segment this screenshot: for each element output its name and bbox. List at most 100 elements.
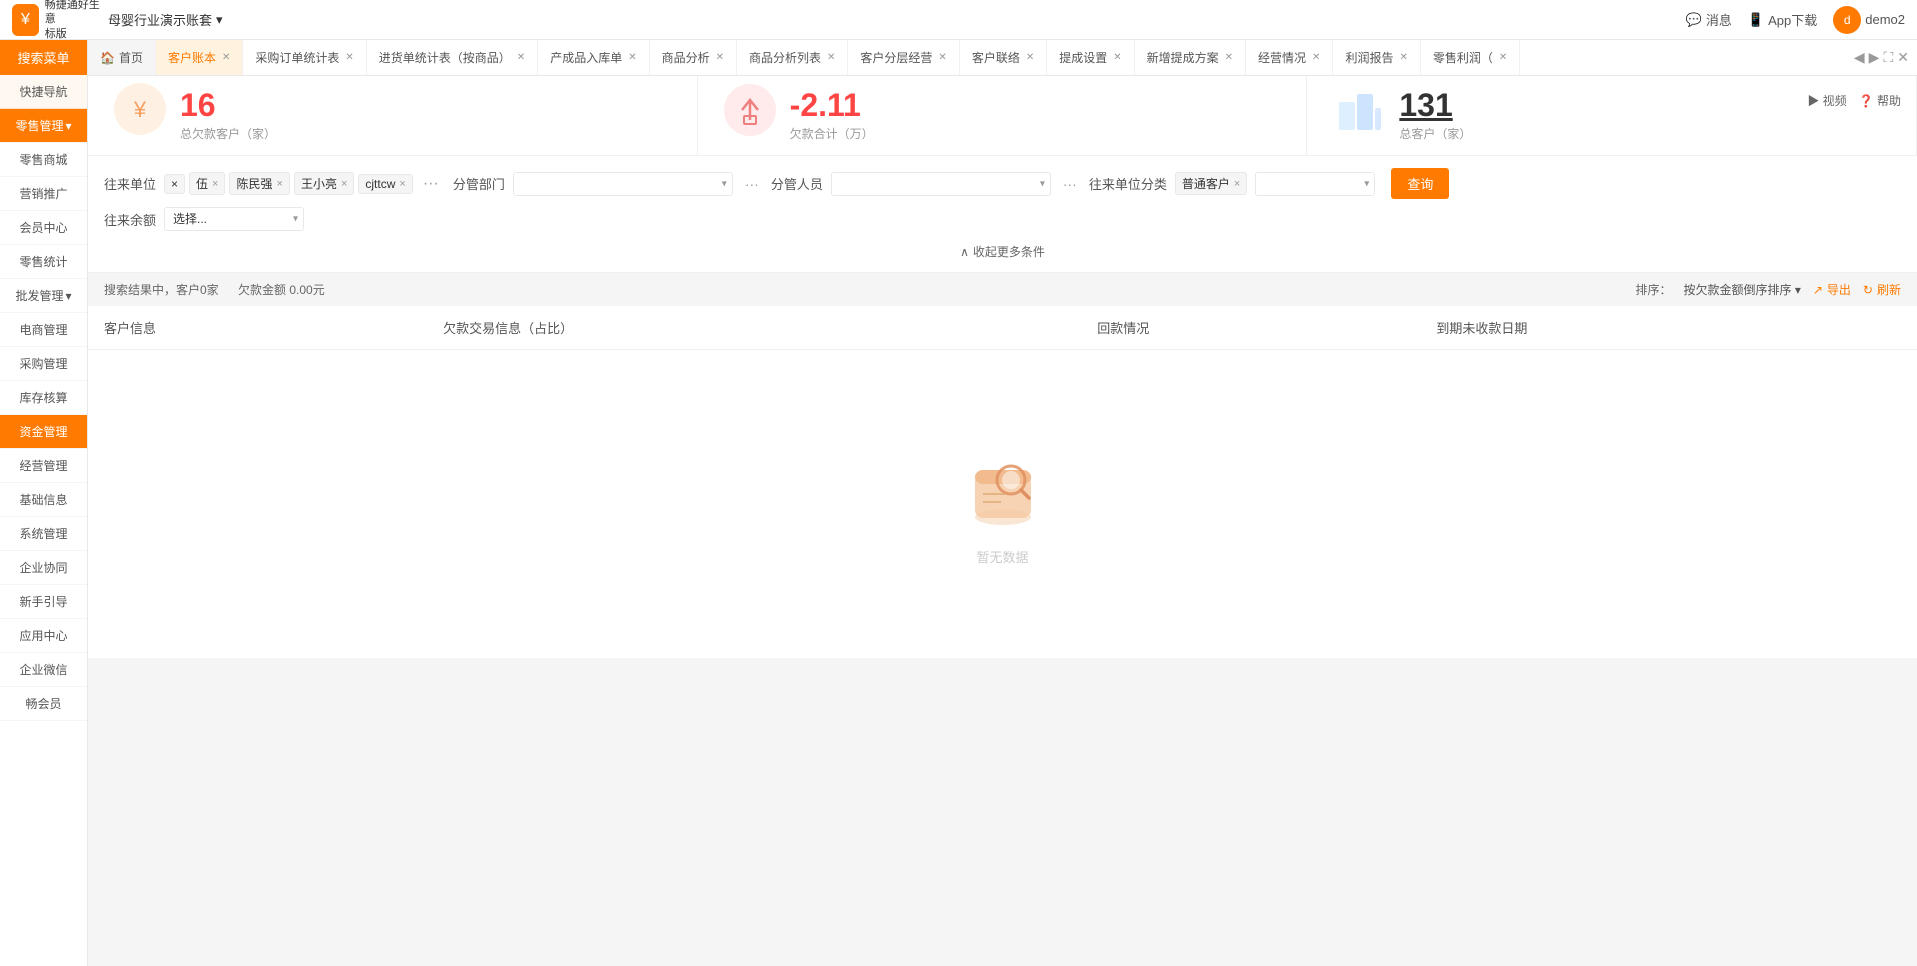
sidebar-item-wechat-work[interactable]: 企业微信 (0, 653, 87, 687)
tab-prev-icon[interactable]: ◀ (1854, 49, 1865, 66)
tab-business-situation[interactable]: 经营情况 ✕ (1246, 40, 1333, 76)
chevron-down-icon: ▾ (65, 119, 71, 133)
col-debt-info: 欠款交易信息（占比） (427, 306, 1081, 350)
message-btn[interactable]: 💬 消息 (1686, 10, 1732, 29)
tab-close-icon[interactable]: ✕ (345, 52, 353, 63)
workspace-selector[interactable]: 母婴行业演示账套 ▾ (108, 10, 223, 29)
sidebar-item-fund-management[interactable]: 资金管理 (0, 415, 87, 449)
sidebar-item-retail-mall[interactable]: 零售商城 (0, 143, 87, 177)
sidebar-item-enterprise-collab[interactable]: 企业协同 (0, 551, 87, 585)
tab-expand-icon[interactable]: ⛶ (1883, 49, 1893, 66)
person-input[interactable] (831, 172, 1051, 196)
stats-bar: ¥ 16 总欠款客户（家） -2.11 欠款合计（万） (88, 76, 1917, 156)
tab-purchase-stats-by-product[interactable]: 进货单统计表（按商品） ✕ (367, 40, 538, 76)
tab-customer-ledger[interactable]: 客户账本 ✕ (156, 40, 243, 76)
sidebar-item-app-center[interactable]: 应用中心 (0, 619, 87, 653)
tab-close-icon[interactable]: ✕ (628, 52, 636, 63)
filter-tag-unit: × (164, 174, 185, 194)
top-bar-left: ¥ 畅捷通好生意 标版 母婴行业演示账套 ▾ (12, 0, 223, 41)
tab-finished-product-inbound[interactable]: 产成品入库单 ✕ (538, 40, 649, 76)
tab-retail-profit[interactable]: 零售利润（ ✕ (1421, 40, 1520, 76)
tab-close-icon[interactable]: ✕ (1026, 52, 1034, 63)
tab-close-icon[interactable]: ✕ (517, 52, 525, 63)
balance-select[interactable]: 选择... (164, 207, 304, 231)
tab-close-icon[interactable]: ✕ (1399, 52, 1407, 63)
sidebar-item-marketing[interactable]: 营销推广 (0, 177, 87, 211)
dept-expand-icon[interactable]: ··· (741, 176, 763, 192)
app-download-btn[interactable]: 📱 App下载 (1748, 10, 1817, 29)
tab-product-analysis[interactable]: 商品分析 ✕ (650, 40, 737, 76)
sidebar-item-retail-stats[interactable]: 零售统计 (0, 245, 87, 279)
sidebar-item-member-center[interactable]: 会员中心 (0, 211, 87, 245)
remove-tag-wang[interactable]: × (341, 178, 347, 190)
sidebar-item-purchase[interactable]: 采购管理 (0, 347, 87, 381)
tab-close-icon[interactable]: ✕ (1113, 52, 1121, 63)
refresh-btn[interactable]: ↻ 刷新 (1863, 281, 1901, 298)
user-avatar-btn[interactable]: d demo2 (1833, 6, 1905, 34)
empty-label: 暂无数据 (976, 547, 1028, 566)
tab-commission-settings[interactable]: 提成设置 ✕ (1047, 40, 1134, 76)
help-icon: ❓ (1859, 94, 1874, 108)
sort-chevron-icon: ▾ (1795, 283, 1801, 297)
stat-label-customers2: 总客户（家） (1399, 125, 1471, 142)
sidebar-item-ecommerce[interactable]: 电商管理 (0, 313, 87, 347)
dept-input[interactable] (513, 172, 733, 196)
unit-class-select[interactable] (1255, 172, 1375, 196)
collapse-btn[interactable]: ∧ 收起更多条件 (104, 239, 1901, 264)
nav-tabs: 🏠 首页 客户账本 ✕ 采购订单统计表 ✕ 进货单统计表（按商品） ✕ 产成品入… (88, 40, 1917, 76)
video-btn[interactable]: ▶ 视频 (1807, 92, 1846, 109)
sidebar-item-inventory[interactable]: 库存核算 (0, 381, 87, 415)
stat-total-debt-customers: ¥ 16 总欠款客户（家） (88, 76, 698, 155)
tab-add-commission-plan[interactable]: 新增提成方案 ✕ (1135, 40, 1246, 76)
filter-tag-more[interactable]: ··· (417, 173, 445, 195)
sidebar-item-wholesale-management[interactable]: 批发管理 ▾ (0, 279, 87, 313)
tab-profit-report[interactable]: 利润报告 ✕ (1333, 40, 1420, 76)
tab-close-icon[interactable]: ✕ (1225, 52, 1233, 63)
sidebar: 搜索菜单 快捷导航 零售管理 ▾ 零售商城 营销推广 会员中心 零售统计 批发管… (0, 40, 88, 966)
tab-close-all-icon[interactable]: ✕ (1897, 49, 1909, 66)
tab-close-icon[interactable]: ✕ (716, 52, 724, 63)
col-due-date: 到期未收款日期 (1420, 306, 1917, 350)
sidebar-quick-nav[interactable]: 快捷导航 (0, 75, 87, 109)
export-btn[interactable]: ↗ 导出 (1813, 281, 1851, 298)
tab-close-icon[interactable]: ✕ (1312, 52, 1320, 63)
sidebar-item-operations[interactable]: 经营管理 (0, 449, 87, 483)
svg-text:¥: ¥ (133, 97, 147, 122)
tab-close-icon[interactable]: ✕ (222, 52, 230, 63)
sidebar-item-guide[interactable]: 新手引导 (0, 585, 87, 619)
chevron-down-icon: ▾ (65, 289, 71, 303)
remove-tag-chen[interactable]: × (277, 178, 283, 190)
stat-icon-customers2 (1331, 82, 1387, 150)
tab-product-analysis-list[interactable]: 商品分析列表 ✕ (737, 40, 848, 76)
sort-select[interactable]: 按欠款金额倒序排序 ▾ (1683, 281, 1800, 298)
unit-filter-label: 往来单位 (104, 174, 156, 193)
tab-home[interactable]: 🏠 首页 (88, 40, 156, 76)
sidebar-item-chang-member[interactable]: 畅会员 (0, 687, 87, 721)
remove-normal-customer[interactable]: × (1234, 178, 1240, 190)
query-button[interactable]: 查询 (1391, 168, 1449, 199)
stat-number-customers2: 131 (1399, 89, 1471, 121)
tab-close-icon[interactable]: ✕ (827, 52, 835, 63)
tab-customer-segmentation[interactable]: 客户分层经营 ✕ (848, 40, 959, 76)
stat-label-debt: 欠款合计（万） (790, 125, 874, 142)
tab-next-icon[interactable]: ▶ (1869, 49, 1880, 66)
unit-filter-tags: × 伍 × 陈民强 × 王小亮 × cjttcw × (164, 172, 445, 195)
logo-icon: ¥ (12, 4, 39, 36)
result-bar-right: 排序： 按欠款金额倒序排序 ▾ ↗ 导出 ↻ 刷新 (1635, 281, 1901, 298)
sidebar-item-system[interactable]: 系统管理 (0, 517, 87, 551)
balance-filter-label: 往来余额 (104, 210, 156, 229)
tab-purchase-order-stats[interactable]: 采购订单统计表 ✕ (243, 40, 366, 76)
collapse-icon: ∧ (960, 245, 969, 259)
sidebar-item-basic-info[interactable]: 基础信息 (0, 483, 87, 517)
sidebar-item-retail-management[interactable]: 零售管理 ▾ (0, 109, 87, 143)
tab-close-icon[interactable]: ✕ (1499, 52, 1507, 63)
filter-area: 往来单位 × 伍 × 陈民强 × 王小亮 × cjttcw (88, 156, 1917, 273)
sidebar-search[interactable]: 搜索菜单 (0, 40, 87, 75)
refresh-icon: ↻ (1863, 283, 1873, 297)
tab-customer-contact[interactable]: 客户联络 ✕ (960, 40, 1047, 76)
help-btn[interactable]: ❓ 帮助 (1859, 92, 1901, 109)
tab-close-icon[interactable]: ✕ (938, 52, 946, 63)
remove-tag-cjttcw[interactable]: × (399, 178, 405, 190)
person-expand-icon[interactable]: ··· (1059, 176, 1081, 192)
remove-tag-wu[interactable]: × (212, 178, 218, 190)
